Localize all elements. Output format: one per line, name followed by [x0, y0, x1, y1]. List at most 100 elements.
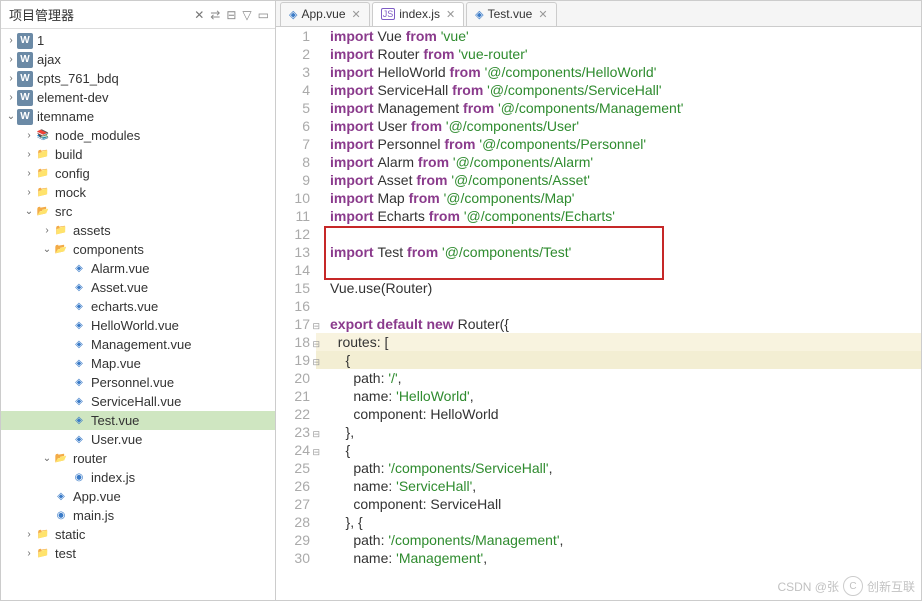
tree-item[interactable]: ›Wcpts_761_bdq — [1, 69, 275, 88]
tree-item[interactable]: ◈echarts.vue — [1, 297, 275, 316]
line-number: 26 — [276, 477, 310, 495]
tree-item[interactable]: ◉index.js — [1, 468, 275, 487]
expand-arrow-icon[interactable]: › — [5, 35, 17, 46]
expand-arrow-icon[interactable]: › — [23, 529, 35, 540]
tree-item[interactable]: ⌄📂src — [1, 202, 275, 221]
tree-item[interactable]: ◈Management.vue — [1, 335, 275, 354]
code-line[interactable]: path: '/components/ServiceHall', — [316, 459, 921, 477]
code-line[interactable]: import ServiceHall from '@/components/Se… — [316, 81, 921, 99]
code-line[interactable]: import User from '@/components/User' — [316, 117, 921, 135]
tree-item-label: Alarm.vue — [91, 261, 150, 276]
code-line[interactable]: import Echarts from '@/components/Echart… — [316, 207, 921, 225]
code-line[interactable]: import Asset from '@/components/Asset' — [316, 171, 921, 189]
tree-item[interactable]: ◈Test.vue — [1, 411, 275, 430]
minimize-icon[interactable]: ▽ — [242, 8, 251, 22]
tree-item[interactable]: ◈Alarm.vue — [1, 259, 275, 278]
expand-arrow-icon[interactable]: ⌄ — [23, 206, 35, 217]
editor-tab[interactable]: ◈Test.vue✕ — [466, 2, 556, 26]
tree-item[interactable]: ›Wajax — [1, 50, 275, 69]
code-line[interactable]: component: ServiceHall — [316, 495, 921, 513]
tree-item-label: ServiceHall.vue — [91, 394, 181, 409]
view-menu-icon[interactable]: ▭ — [258, 8, 269, 22]
code-line[interactable]: Vue.use(Router) — [316, 279, 921, 297]
code-line[interactable]: }, { — [316, 513, 921, 531]
code-line[interactable]: export default new Router({ — [316, 315, 921, 333]
link-icon[interactable]: ⇄ — [210, 8, 220, 22]
code-line[interactable] — [316, 261, 921, 279]
code-line[interactable]: { — [316, 441, 921, 459]
editor-tab[interactable]: JSindex.js ✕ — [372, 2, 464, 26]
expand-arrow-icon[interactable]: › — [23, 187, 35, 198]
file-tree[interactable]: ›W1›Wajax›Wcpts_761_bdq›Welement-dev⌄Wit… — [1, 29, 275, 600]
expand-arrow-icon[interactable]: ⌄ — [5, 111, 17, 122]
code-line[interactable]: import HelloWorld from '@/components/Hel… — [316, 63, 921, 81]
collapse-icon[interactable]: ⊟ — [226, 8, 236, 22]
code-line[interactable]: import Personnel from '@/components/Pers… — [316, 135, 921, 153]
code-line[interactable]: name: 'ServiceHall', — [316, 477, 921, 495]
line-number: 5 — [276, 99, 310, 117]
expand-arrow-icon[interactable]: › — [23, 149, 35, 160]
tree-item[interactable]: ⌄Witemname — [1, 107, 275, 126]
close-tab-icon[interactable]: ✕ — [446, 8, 455, 21]
tree-item[interactable]: ›📁config — [1, 164, 275, 183]
code-line[interactable]: { — [316, 351, 921, 369]
expand-arrow-icon[interactable]: › — [5, 54, 17, 65]
expand-arrow-icon[interactable]: › — [41, 225, 53, 236]
tree-item[interactable]: ⌄📂router — [1, 449, 275, 468]
close-tab-icon[interactable]: ✕ — [538, 8, 547, 21]
code-line[interactable]: path: '/', — [316, 369, 921, 387]
code-line[interactable]: import Alarm from '@/components/Alarm' — [316, 153, 921, 171]
code-line[interactable]: name: 'Management', — [316, 549, 921, 567]
tree-item[interactable]: ›📁test — [1, 544, 275, 563]
tree-item-label: User.vue — [91, 432, 142, 447]
tree-item[interactable]: ◉main.js — [1, 506, 275, 525]
tree-item[interactable]: ›📚node_modules — [1, 126, 275, 145]
tree-item[interactable]: ◈Personnel.vue — [1, 373, 275, 392]
code-content[interactable]: import Vue from 'vue'import Router from … — [316, 27, 921, 600]
tree-item-label: echarts.vue — [91, 299, 158, 314]
tree-item[interactable]: ⌄📂components — [1, 240, 275, 259]
close-tab-icon[interactable]: ✕ — [352, 8, 361, 21]
tree-item-label: cpts_761_bdq — [37, 71, 119, 86]
tree-item[interactable]: ◈HelloWorld.vue — [1, 316, 275, 335]
expand-arrow-icon[interactable]: › — [5, 92, 17, 103]
tab-label: index.js — [399, 7, 440, 21]
tree-item[interactable]: ›📁static — [1, 525, 275, 544]
code-line[interactable]: import Test from '@/components/Test' — [316, 243, 921, 261]
tree-item[interactable]: ›Welement-dev — [1, 88, 275, 107]
code-line[interactable]: routes: [ — [316, 333, 921, 351]
expand-arrow-icon[interactable]: › — [23, 548, 35, 559]
watermark-brand: 创新互联 — [867, 578, 915, 595]
code-line[interactable]: import Management from '@/components/Man… — [316, 99, 921, 117]
tree-item[interactable]: ◈ServiceHall.vue — [1, 392, 275, 411]
line-number: 22 — [276, 405, 310, 423]
expand-arrow-icon[interactable]: ⌄ — [41, 244, 53, 255]
tree-item-label: build — [55, 147, 82, 162]
code-line[interactable]: name: 'HelloWorld', — [316, 387, 921, 405]
tree-item-label: static — [55, 527, 85, 542]
code-line[interactable]: import Vue from 'vue' — [316, 27, 921, 45]
code-line[interactable]: import Map from '@/components/Map' — [316, 189, 921, 207]
code-area[interactable]: 1234567891011121314151617⊟18⊟19⊟20212223… — [276, 27, 921, 600]
tree-item[interactable]: ›📁assets — [1, 221, 275, 240]
tree-item[interactable]: ◈Asset.vue — [1, 278, 275, 297]
tree-item[interactable]: ◈Map.vue — [1, 354, 275, 373]
close-icon[interactable]: ✕ — [194, 8, 204, 22]
tree-item[interactable]: ◈App.vue — [1, 487, 275, 506]
expand-arrow-icon[interactable]: › — [23, 168, 35, 179]
code-line[interactable]: path: '/components/Management', — [316, 531, 921, 549]
tree-item[interactable]: ◈User.vue — [1, 430, 275, 449]
tree-item[interactable]: ›📁mock — [1, 183, 275, 202]
code-line[interactable]: component: HelloWorld — [316, 405, 921, 423]
code-line[interactable] — [316, 225, 921, 243]
code-line[interactable] — [316, 297, 921, 315]
expand-arrow-icon[interactable]: ⌄ — [41, 453, 53, 464]
code-line[interactable]: import Router from 'vue-router' — [316, 45, 921, 63]
js-file-icon: JS — [381, 8, 396, 20]
code-line[interactable]: }, — [316, 423, 921, 441]
expand-arrow-icon[interactable]: › — [23, 130, 35, 141]
tree-item[interactable]: ›W1 — [1, 31, 275, 50]
editor-tab[interactable]: ◈App.vue✕ — [280, 2, 370, 26]
expand-arrow-icon[interactable]: › — [5, 73, 17, 84]
tree-item[interactable]: ›📁build — [1, 145, 275, 164]
